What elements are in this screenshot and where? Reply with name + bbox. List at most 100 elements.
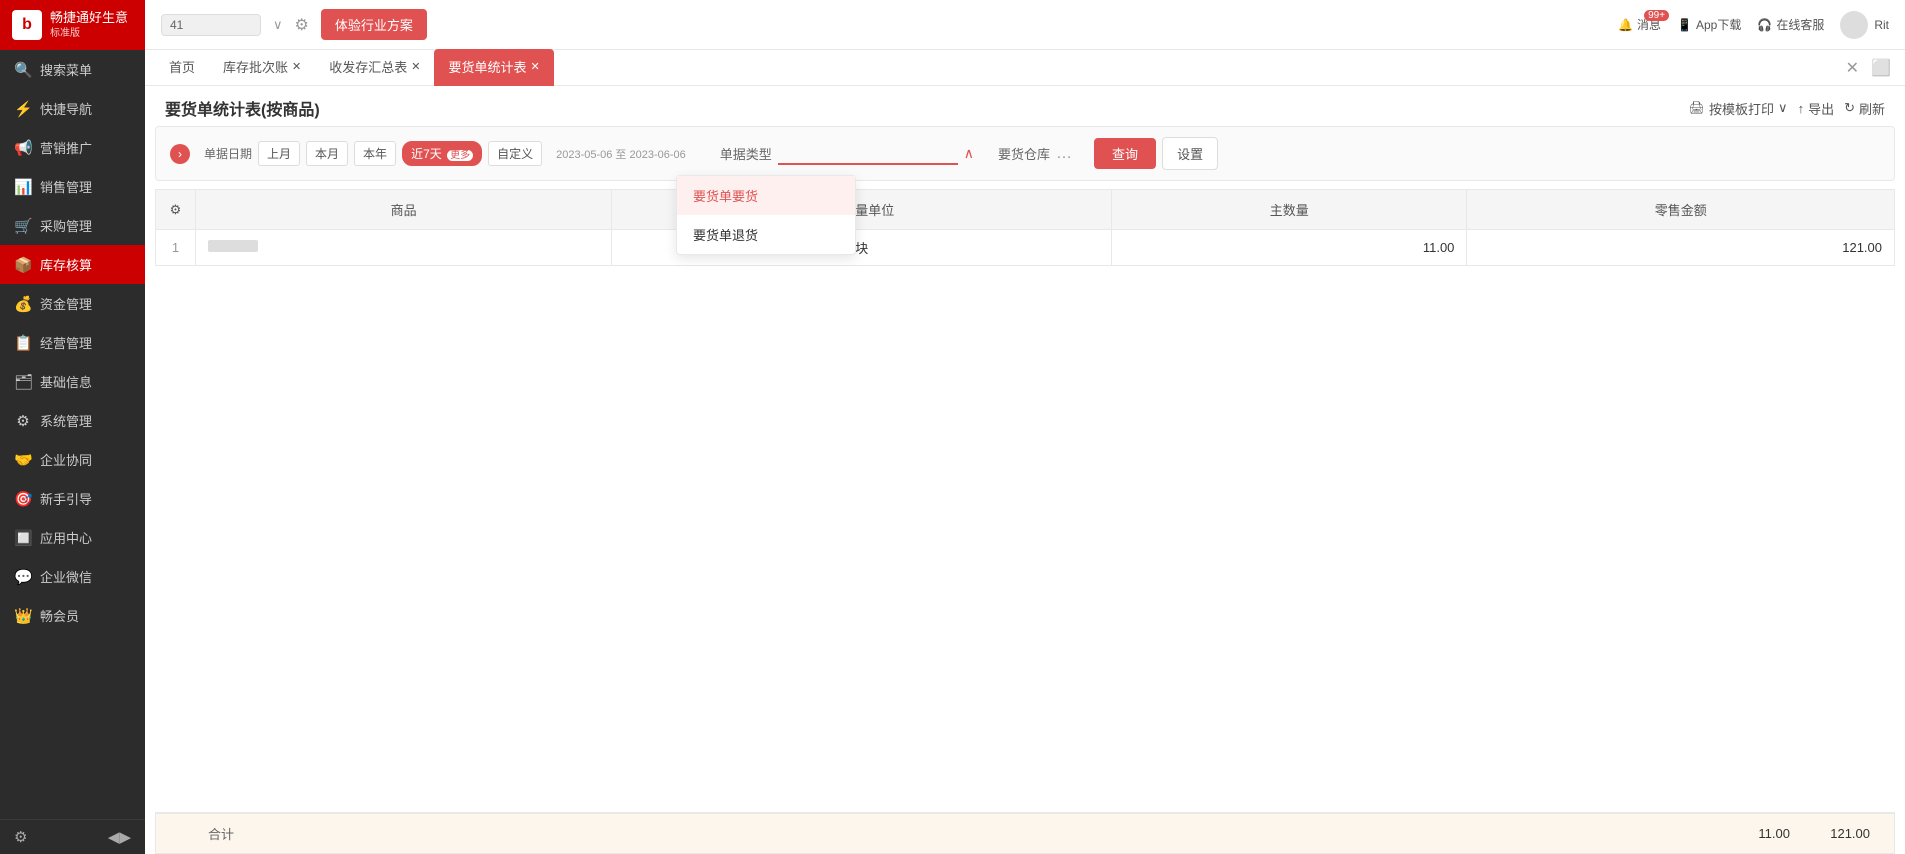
breadcrumb-input[interactable] [161, 14, 261, 36]
handshake-icon: 🤝 [14, 451, 32, 469]
user-area[interactable]: Rit [1840, 11, 1889, 39]
sidebar-item-system[interactable]: ⚙ 系统管理 [0, 401, 145, 440]
tabs-bar-right: ✕ ⬜ [1842, 56, 1895, 80]
page-actions: 🖨 按模板打印 ∨ ↑ 导出 ↻ 刷新 [1689, 99, 1885, 118]
printer-icon: 🖨 [1689, 100, 1706, 116]
date-last-month-btn[interactable]: 上月 [258, 141, 300, 166]
breadcrumb-chevron-icon[interactable]: ∨ [273, 17, 283, 33]
sidebar: b 畅捷通好生意 标准版 🔍 搜索菜单 ⚡ 快捷导航 📢 营销推广 📊 销售管理… [0, 0, 145, 854]
footer-quantity: 11.00 [1722, 826, 1802, 841]
crown-icon: 👑 [14, 607, 32, 625]
main-content: ∨ ⚙ 体验行业方案 🔔 消息 99+ 📱 App下载 🎧 在线客服 Rit [145, 0, 1905, 854]
sidebar-item-appcenter[interactable]: 🔲 应用中心 [0, 518, 145, 557]
filter-expand-btn[interactable]: › [170, 144, 190, 164]
money-icon: 💰 [14, 295, 32, 313]
date-this-month-btn[interactable]: 本月 [306, 141, 348, 166]
print-btn[interactable]: 🖨 按模板打印 ∨ [1689, 99, 1788, 118]
sidebar-item-beginner[interactable]: 🎯 新手引导 [0, 479, 145, 518]
sidebar-item-purchase[interactable]: 🛒 采购管理 [0, 206, 145, 245]
date-this-year-btn[interactable]: 本年 [354, 141, 396, 166]
type-dropdown: 要货单要货 要货单退货 [676, 175, 856, 255]
type-filter-label: 单据类型 [720, 144, 772, 163]
warehouse-filter-label: 要货仓库 [998, 144, 1050, 163]
filter-settings-btn[interactable]: 设置 [1162, 137, 1218, 170]
sidebar-item-basic-info[interactable]: 🗂 基础信息 [0, 362, 145, 401]
export-icon: ↑ [1798, 101, 1805, 116]
sidebar-item-member[interactable]: 👑 畅会员 [0, 596, 145, 635]
tab-inventory-batch[interactable]: 库存批次账 ✕ [209, 49, 315, 86]
data-table: ⚙ 商品 主计量单位 主数量 零售金额 1 块 11.00 121.00 [155, 189, 1895, 266]
trial-btn[interactable]: 体验行业方案 [321, 9, 427, 40]
page-title: 要货单统计表(按商品) [165, 96, 320, 120]
app-logo: b [12, 10, 42, 40]
print-chevron-icon: ∨ [1778, 100, 1788, 116]
table-row: 1 块 11.00 121.00 [156, 230, 1895, 266]
folder-icon: 🗂 [14, 373, 32, 391]
refresh-btn[interactable]: ↻ 刷新 [1844, 99, 1885, 118]
tabs-collapse-btn[interactable]: ✕ [1842, 56, 1863, 80]
sidebar-item-finance[interactable]: 💰 资金管理 [0, 284, 145, 323]
export-btn[interactable]: ↑ 导出 [1798, 99, 1835, 118]
sidebar-item-enterprise[interactable]: 🤝 企业协同 [0, 440, 145, 479]
tab-close-receipt-summary[interactable]: ✕ [411, 60, 420, 73]
sidebar-header: b 畅捷通好生意 标准版 [0, 0, 145, 50]
type-dropdown-chevron-icon[interactable]: ∧ [964, 145, 974, 162]
avatar [1840, 11, 1868, 39]
footer-amount: 121.00 [1802, 826, 1882, 841]
bell-icon: 🔔 [1618, 18, 1633, 32]
date-custom-btn[interactable]: 自定义 [488, 141, 542, 166]
topbar-settings-icon[interactable]: ⚙ [295, 15, 309, 35]
row-index: 1 [156, 230, 196, 266]
online-service-btn[interactable]: 🎧 在线客服 [1757, 16, 1824, 33]
target-icon: 🎯 [14, 490, 32, 508]
megaphone-icon: 📢 [14, 139, 32, 157]
tab-close-inventory-batch[interactable]: ✕ [292, 60, 301, 73]
tab-home[interactable]: 首页 [155, 49, 209, 86]
chart-icon: 📊 [14, 178, 32, 196]
date-filter-label: 单据日期 [204, 145, 252, 162]
collapse-sidebar-btn[interactable]: ◀▶ [108, 828, 131, 846]
dropdown-item-return[interactable]: 要货单退货 [677, 215, 855, 254]
col-settings-icon[interactable]: ⚙ [156, 190, 196, 230]
sidebar-footer: ⚙ ◀▶ [0, 819, 145, 854]
date-last7-btn[interactable]: 近7天 更多 [402, 141, 482, 166]
settings-footer-icon[interactable]: ⚙ [14, 828, 27, 846]
sidebar-item-wechat[interactable]: 💬 企业微信 [0, 557, 145, 596]
dropdown-item-order[interactable]: 要货单要货 [677, 176, 855, 215]
sidebar-item-inventory[interactable]: 📦 库存核算 [0, 245, 145, 284]
row-quantity: 11.00 [1112, 230, 1467, 266]
tabs-expand-btn[interactable]: ⬜ [1867, 56, 1895, 80]
app-download-btn[interactable]: 📱 App下载 [1677, 16, 1741, 33]
search-icon: 🔍 [14, 61, 32, 79]
date-range-display: 2023-05-06 至 2023-06-06 [556, 146, 686, 162]
col-product: 商品 [196, 190, 612, 230]
table-container: ⚙ 商品 主计量单位 主数量 零售金额 1 块 11.00 121.00 [155, 189, 1895, 812]
sidebar-item-search[interactable]: 🔍 搜索菜单 [0, 50, 145, 89]
row-product [196, 230, 612, 266]
cart-icon: 🛒 [14, 217, 32, 235]
tab-receipt-summary[interactable]: 收发存汇总表 ✕ [315, 49, 434, 86]
app-title: 畅捷通好生意 标准版 [50, 10, 128, 40]
tab-order-stats[interactable]: 要货单统计表 ✕ [434, 49, 553, 86]
tabs-bar: 首页 库存批次账 ✕ 收发存汇总表 ✕ 要货单统计表 ✕ ✕ ⬜ [145, 50, 1905, 86]
topbar-right: 🔔 消息 99+ 📱 App下载 🎧 在线客服 Rit [1618, 11, 1889, 39]
message-btn[interactable]: 🔔 消息 99+ [1618, 16, 1661, 33]
phone-icon: 📱 [1677, 18, 1692, 32]
headset-icon: 🎧 [1757, 18, 1772, 32]
query-btn[interactable]: 查询 [1094, 138, 1156, 169]
sidebar-item-quicknav[interactable]: ⚡ 快捷导航 [0, 89, 145, 128]
sidebar-item-marketing[interactable]: 📢 营销推广 [0, 128, 145, 167]
sidebar-item-operations[interactable]: 📋 经营管理 [0, 323, 145, 362]
type-filter-input[interactable] [778, 143, 958, 165]
topbar-left: ∨ ⚙ 体验行业方案 [161, 9, 427, 40]
sidebar-item-sales[interactable]: 📊 销售管理 [0, 167, 145, 206]
footer-total-label: 合计 [208, 824, 234, 843]
lightning-icon: ⚡ [14, 100, 32, 118]
wechat-icon: 💬 [14, 568, 32, 586]
gear-icon: ⚙ [14, 412, 32, 430]
tab-close-order-stats[interactable]: ✕ [531, 60, 540, 73]
filter-bar: › 单据日期 上月 本月 本年 近7天 更多 自定义 2023-05-06 至 … [155, 126, 1895, 181]
refresh-icon: ↻ [1844, 100, 1855, 116]
sidebar-nav: 🔍 搜索菜单 ⚡ 快捷导航 📢 营销推广 📊 销售管理 🛒 采购管理 📦 库存核… [0, 50, 145, 819]
warehouse-more-icon[interactable]: … [1056, 145, 1072, 163]
